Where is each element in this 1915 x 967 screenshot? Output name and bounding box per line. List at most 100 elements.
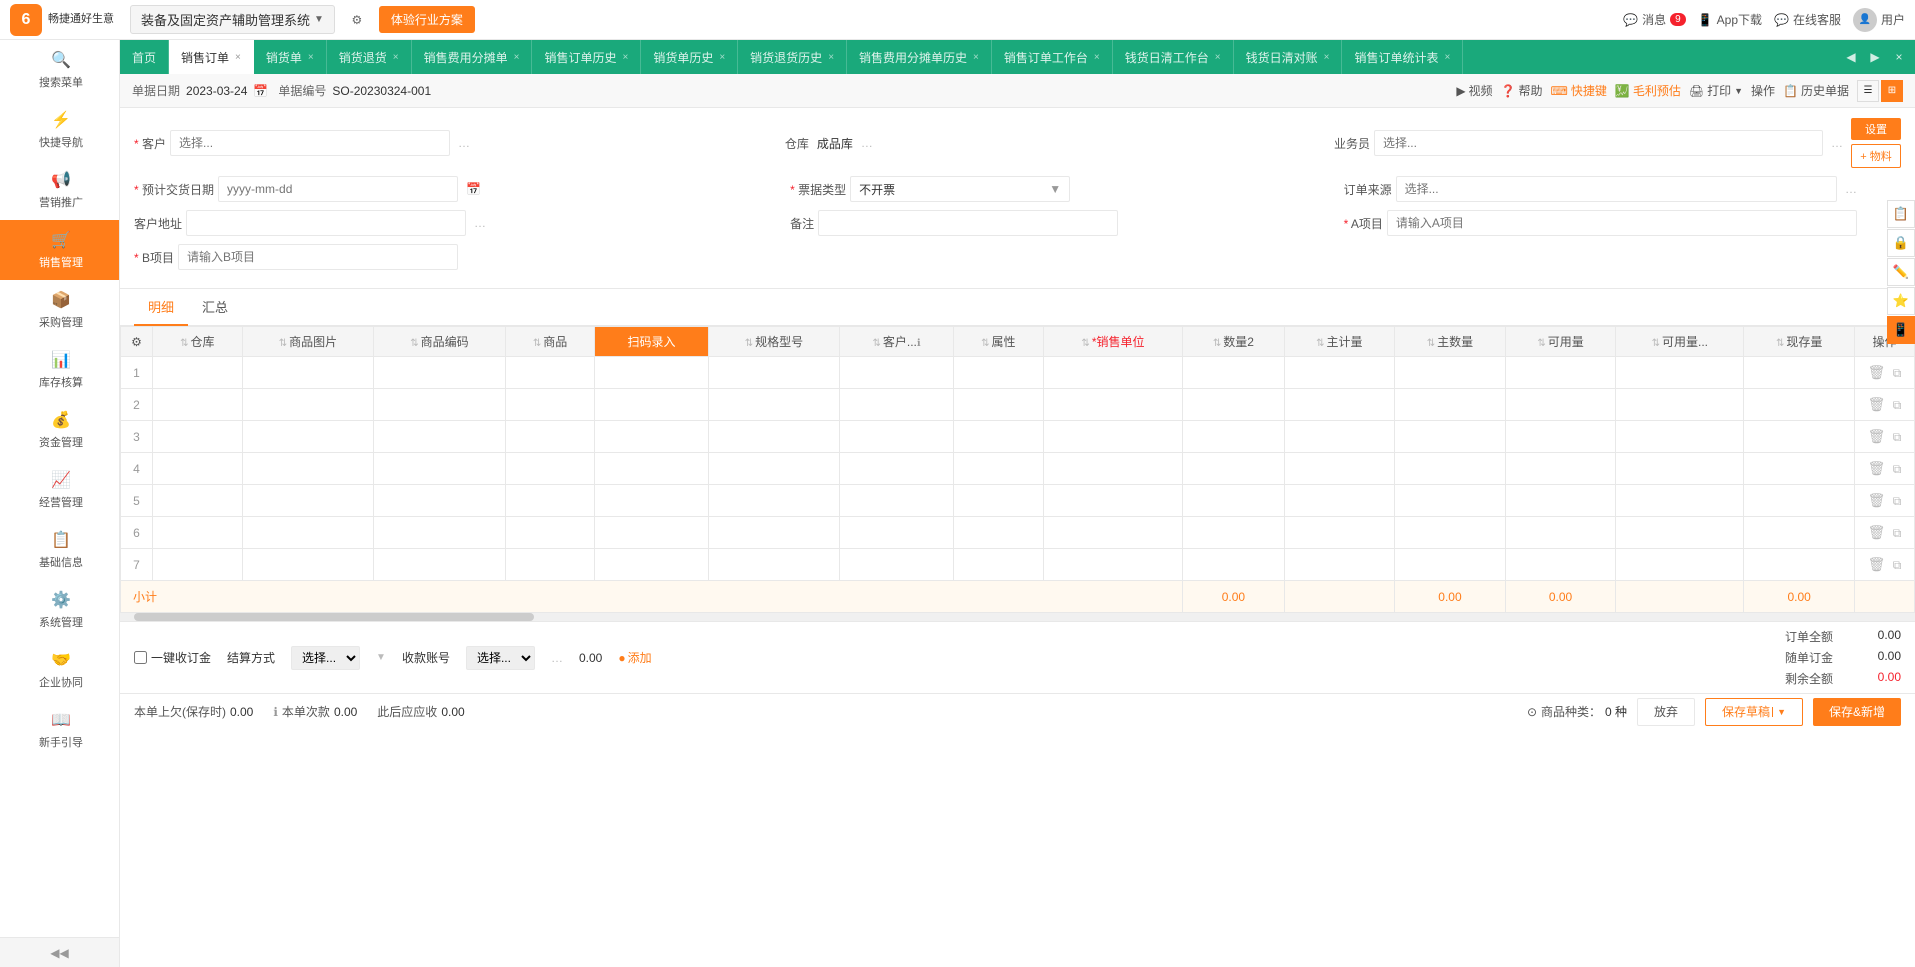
cell-main-qty[interactable] [1395, 517, 1506, 549]
sidebar-item-inventory[interactable]: 📊 库存核算 [0, 340, 119, 400]
cell-main-qty[interactable] [1395, 357, 1506, 389]
cell-main-qty[interactable] [1395, 549, 1506, 581]
cell-customer-code[interactable] [840, 389, 954, 421]
tab-summary[interactable]: 汇总 [188, 289, 242, 326]
cell-main-unit[interactable] [1284, 453, 1395, 485]
cell-customer-code[interactable] [840, 421, 954, 453]
cell-attr[interactable] [953, 517, 1043, 549]
save-draft-button[interactable]: 保存草稿 ▼ [1705, 698, 1803, 726]
history-action[interactable]: 📋 历史单据 [1783, 82, 1849, 99]
delete-row-icon[interactable]: 🗑 [1868, 396, 1886, 412]
cell-warehouse[interactable] [153, 389, 243, 421]
tab-more-button[interactable]: × [1887, 45, 1911, 69]
view-action[interactable]: ▶ 视频 [1456, 82, 1492, 99]
set-button[interactable]: 设置 [1851, 118, 1901, 140]
cell-image[interactable] [242, 389, 374, 421]
cell-product[interactable] [505, 485, 595, 517]
print-action[interactable]: 🖨 打印 ▼ [1689, 82, 1743, 99]
th-settings[interactable]: ⚙ [121, 327, 153, 357]
tab-sales-stats[interactable]: 销售订单统计表 × [1342, 40, 1463, 74]
sidebar-item-newbie[interactable]: 📖 新手引导 [0, 700, 119, 760]
cell-code[interactable] [374, 389, 506, 421]
sort-icon[interactable]: ⇅ [533, 338, 541, 349]
delete-row-icon[interactable]: 🗑 [1868, 524, 1886, 540]
cell-main-qty[interactable] [1395, 389, 1506, 421]
tab-invoice-history[interactable]: 销货单历史 × [641, 40, 738, 74]
cell-main-unit[interactable] [1284, 485, 1395, 517]
copy-row-icon[interactable]: ⧉ [1893, 366, 1902, 380]
sort-icon[interactable]: ⇅ [1652, 338, 1660, 349]
cell-qty2[interactable] [1183, 485, 1284, 517]
cell-main-qty[interactable] [1395, 485, 1506, 517]
customer-more-icon[interactable]: … [458, 136, 470, 150]
tab-sales-return[interactable]: 销货退货 × [327, 40, 412, 74]
tab-close-icon[interactable]: × [1215, 52, 1221, 63]
tab-close-icon[interactable]: × [622, 52, 628, 63]
cell-qty2[interactable] [1183, 517, 1284, 549]
cell-customer-code[interactable] [840, 485, 954, 517]
cell-product[interactable] [505, 549, 595, 581]
cell-unit[interactable] [1043, 517, 1183, 549]
cell-available[interactable] [1505, 357, 1616, 389]
cell-scan[interactable] [595, 517, 708, 549]
cell-image[interactable] [242, 421, 374, 453]
cell-qty2[interactable] [1183, 389, 1284, 421]
tab-sales-invoice[interactable]: 销货单 × [254, 40, 327, 74]
tab-return-history[interactable]: 销货退货历史 × [738, 40, 847, 74]
sort-icon[interactable]: ⇅ [1776, 338, 1784, 349]
sidebar-item-search[interactable]: 🔍 搜索菜单 [0, 40, 119, 100]
cell-qty2[interactable] [1183, 421, 1284, 453]
cell-scan[interactable] [595, 421, 708, 453]
cell-current-qty[interactable] [1744, 357, 1855, 389]
add-material-button[interactable]: + 物料 [1851, 144, 1901, 168]
cell-product[interactable] [505, 389, 595, 421]
cell-unit[interactable] [1043, 485, 1183, 517]
sort-icon[interactable]: ⇅ [745, 338, 753, 349]
sidebar-item-purchase[interactable]: 📦 采购管理 [0, 280, 119, 340]
tab-next-button[interactable]: ▶ [1863, 45, 1887, 69]
cell-attr[interactable] [953, 421, 1043, 453]
deposit-checkbox-input[interactable] [134, 651, 147, 664]
sort-icon[interactable]: ⇅ [1427, 338, 1435, 349]
tab-close-icon[interactable]: × [308, 52, 314, 63]
shortcut-action[interactable]: ⌨ 快捷键 [1551, 82, 1607, 99]
cell-image[interactable] [242, 357, 374, 389]
account-more-icon[interactable]: … [551, 651, 563, 665]
sidebar-item-enterprise[interactable]: 🤝 企业协同 [0, 640, 119, 700]
cell-code[interactable] [374, 517, 506, 549]
cell-warehouse[interactable] [153, 485, 243, 517]
cell-current-qty[interactable] [1744, 421, 1855, 453]
cell-main-unit[interactable] [1284, 549, 1395, 581]
tab-home[interactable]: 首页 [120, 40, 169, 74]
cell-current-qty[interactable] [1744, 517, 1855, 549]
cell-code[interactable] [374, 453, 506, 485]
cell-warehouse[interactable] [153, 357, 243, 389]
cell-warehouse[interactable] [153, 517, 243, 549]
delete-row-icon[interactable]: 🗑 [1868, 364, 1886, 380]
salesperson-more-icon[interactable]: … [1831, 136, 1843, 150]
tab-close-icon[interactable]: × [514, 52, 520, 63]
cell-code[interactable] [374, 549, 506, 581]
sidebar-item-basic[interactable]: 📋 基础信息 [0, 520, 119, 580]
sort-icon[interactable]: ⇅ [1316, 338, 1324, 349]
date-picker-icon[interactable]: 📅 [466, 182, 481, 196]
b-project-input[interactable] [178, 244, 458, 270]
tab-prev-button[interactable]: ◀ [1839, 45, 1863, 69]
sort-icon[interactable]: ⇅ [1537, 338, 1545, 349]
help-action[interactable]: ❓ 帮助 [1501, 82, 1543, 99]
cell-product[interactable] [505, 357, 595, 389]
cell-image[interactable] [242, 485, 374, 517]
sort-icon[interactable]: ⇅ [180, 338, 188, 349]
copy-row-icon[interactable]: ⧉ [1893, 558, 1902, 572]
sidebar-item-marketing[interactable]: 📢 营销推广 [0, 160, 119, 220]
cell-main-unit[interactable] [1284, 389, 1395, 421]
cell-main-unit[interactable] [1284, 357, 1395, 389]
cell-available[interactable] [1505, 485, 1616, 517]
tab-sales-order[interactable]: 销售订单 × [169, 40, 254, 74]
account-select[interactable]: 选择... [466, 646, 535, 670]
order-source-more-icon[interactable]: … [1845, 182, 1857, 196]
invoice-type-select[interactable]: 不开票 ▼ [850, 176, 1070, 202]
industry-button[interactable]: 体验行业方案 [379, 6, 475, 33]
cell-attr[interactable] [953, 549, 1043, 581]
cell-customer-code[interactable] [840, 453, 954, 485]
